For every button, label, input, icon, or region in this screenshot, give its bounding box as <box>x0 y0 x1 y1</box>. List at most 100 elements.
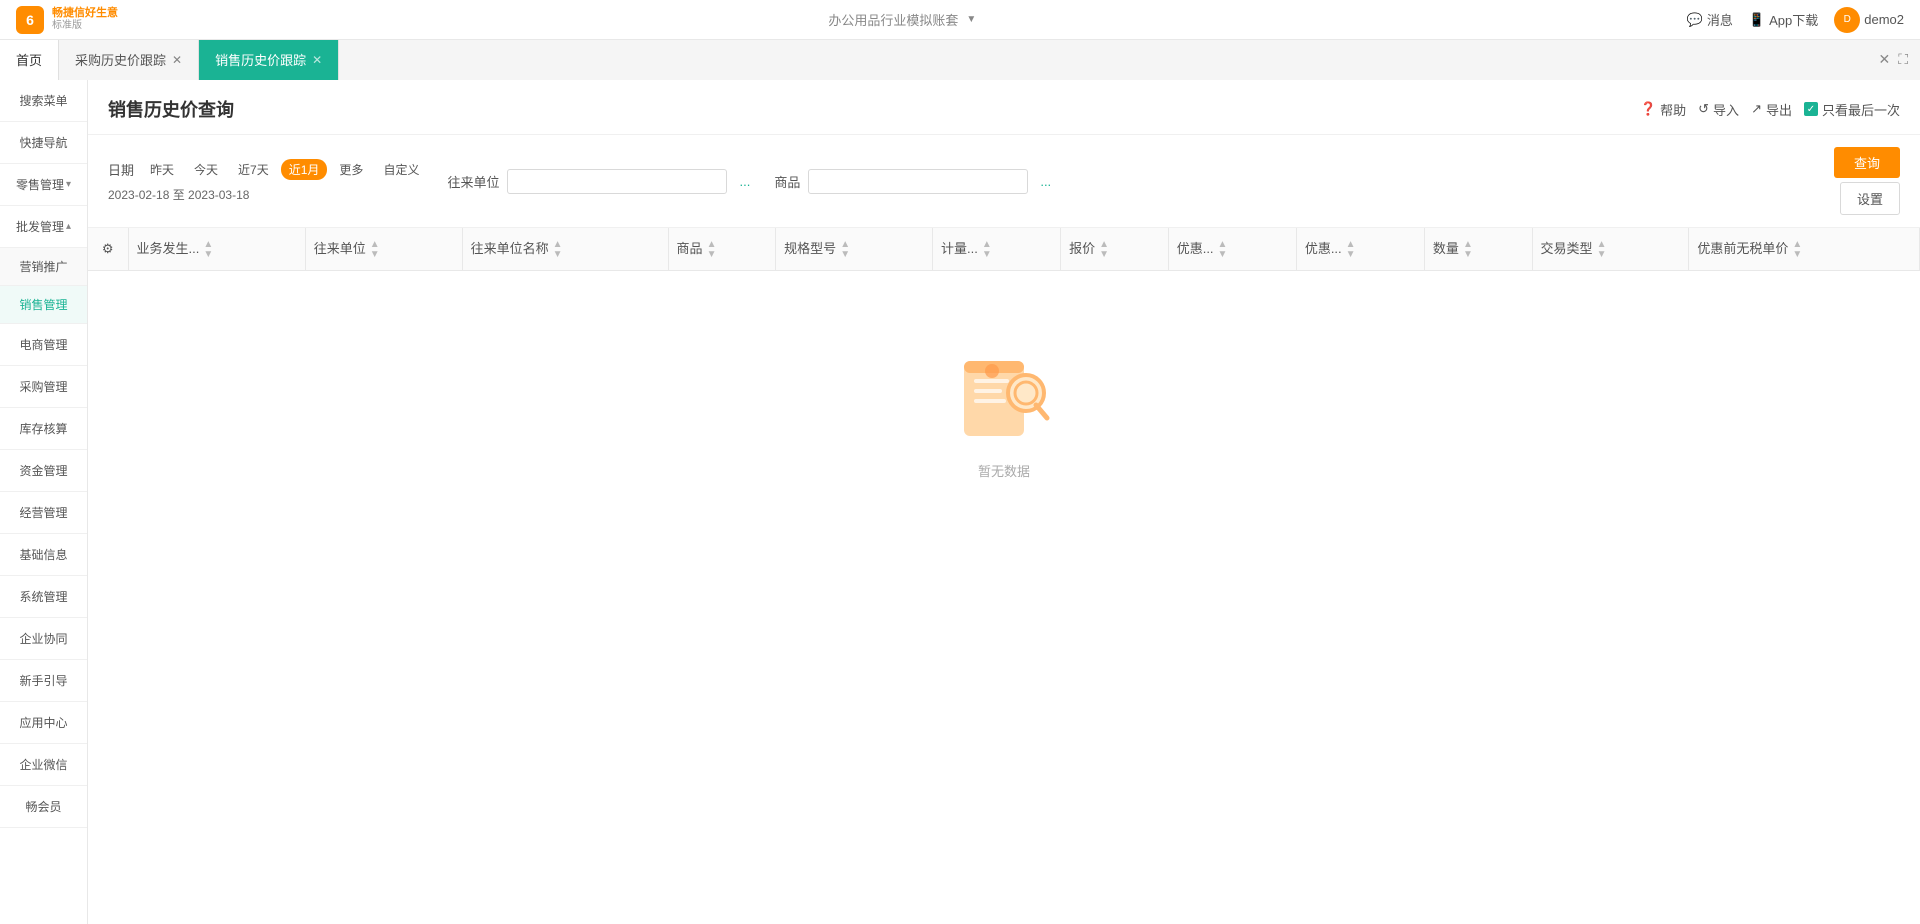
download-icon: 📱 <box>1749 12 1765 28</box>
vendor-ellipsis-button[interactable]: ... <box>735 170 754 193</box>
empty-text: 暂无数据 <box>978 461 1030 480</box>
sidebar-item-inventory[interactable]: 库存核算 <box>0 408 87 450</box>
date-today[interactable]: 今天 <box>186 159 226 180</box>
date-label: 日期 <box>108 160 134 179</box>
date-yesterday[interactable]: 昨天 <box>142 159 182 180</box>
message-button[interactable]: 💬 消息 <box>1687 10 1733 29</box>
top-bar: 6 畅捷信好生意 标准版 办公用品行业模拟账套 ▼ 💬 消息 📱 App下载 D… <box>0 0 1920 40</box>
sidebar-ecommerce-label: 电商管理 <box>19 338 67 352</box>
sidebar-item-operations[interactable]: 经营管理 <box>0 492 87 534</box>
product-input[interactable] <box>808 169 1028 194</box>
th-business-date[interactable]: 业务发生...▲▼ <box>128 228 305 270</box>
sidebar-member-label: 畅会员 <box>25 800 61 814</box>
top-bar-left: 6 畅捷信好生意 标准版 <box>16 6 118 34</box>
close-all-icon[interactable]: ✕ <box>1878 51 1890 68</box>
filter-bar: 日期 昨天 今天 近7天 近1月 更多 自定义 2023-02-18 至 202… <box>88 135 1920 228</box>
sidebar-system-label: 系统管理 <box>19 590 67 604</box>
tab-home[interactable]: 首页 <box>0 40 59 80</box>
sort-arrows-icon: ▲▼ <box>1346 240 1356 260</box>
tab-sales-history[interactable]: 销售历史价跟踪 ✕ <box>199 40 339 80</box>
sidebar-item-retail[interactable]: 零售管理 ▾ <box>0 164 87 206</box>
settings-button[interactable]: 设置 <box>1840 182 1900 215</box>
sort-arrows-icon: ▲▼ <box>1099 240 1109 260</box>
th-price[interactable]: 报价▲▼ <box>1061 228 1169 270</box>
th-discount2[interactable]: 优惠...▲▼ <box>1296 228 1424 270</box>
th-settings[interactable]: ⚙ <box>88 228 128 270</box>
th-vendor-code[interactable]: 往来单位▲▼ <box>305 228 462 270</box>
date-filter: 日期 昨天 今天 近7天 近1月 更多 自定义 <box>108 159 427 180</box>
dropdown-arrow-icon[interactable]: ▼ <box>966 14 976 25</box>
only-last-checkbox[interactable]: ✓ 只看最后一次 <box>1804 100 1900 119</box>
product-ellipsis-button[interactable]: ... <box>1036 170 1055 193</box>
tab-purchase-history[interactable]: 采购历史价跟踪 ✕ <box>59 40 199 80</box>
top-bar-center[interactable]: 办公用品行业模拟账套 ▼ <box>828 10 976 29</box>
sort-arrows-icon: ▲▼ <box>1463 240 1473 260</box>
user-profile[interactable]: D demo2 <box>1834 7 1904 33</box>
sidebar-item-finance[interactable]: 资金管理 <box>0 450 87 492</box>
dropdown-label[interactable]: 办公用品行业模拟账套 <box>828 10 958 29</box>
th-discount1[interactable]: 优惠...▲▼ <box>1168 228 1296 270</box>
vendor-input[interactable] <box>507 169 727 194</box>
sort-arrows-icon: ▲▼ <box>1792 240 1802 260</box>
sidebar-item-enterprise[interactable]: 企业协同 <box>0 618 87 660</box>
sidebar-item-basic-info[interactable]: 基础信息 <box>0 534 87 576</box>
message-icon: 💬 <box>1687 12 1703 28</box>
sidebar-item-member[interactable]: 畅会员 <box>0 786 87 828</box>
sort-arrows-icon: ▲▼ <box>840 240 850 260</box>
app-logo: 6 <box>16 6 44 34</box>
sort-arrows-icon: ▲▼ <box>1597 240 1607 260</box>
sidebar-sub-wholesale: 营销推广 销售管理 <box>0 248 87 324</box>
help-button[interactable]: ❓ 帮助 <box>1640 100 1686 119</box>
th-quantity[interactable]: 数量▲▼ <box>1424 228 1532 270</box>
export-button[interactable]: ↗ 导出 <box>1751 100 1792 119</box>
sort-arrows-icon: ▲▼ <box>553 240 563 260</box>
th-product[interactable]: 商品▲▼ <box>668 228 776 270</box>
data-table: ⚙ 业务发生...▲▼ 往来单位▲▼ 往来单位名称▲▼ 商品▲ <box>88 228 1920 271</box>
sidebar: 搜索菜单 快捷导航 零售管理 ▾ 批发管理 ▴ 营销推广 销售管理 <box>0 80 88 924</box>
sidebar-item-app-center[interactable]: 应用中心 <box>0 702 87 744</box>
import-button[interactable]: ↺ 导入 <box>1698 100 1739 119</box>
date-more[interactable]: 更多 <box>331 159 371 180</box>
date-range: 2023-02-18 至 2023-03-18 <box>108 186 427 203</box>
date-1month[interactable]: 近1月 <box>281 159 328 180</box>
import-label: 导入 <box>1713 100 1739 119</box>
sidebar-item-quicknav[interactable]: 快捷导航 <box>0 122 87 164</box>
page-header: 销售历史价查询 ❓ 帮助 ↺ 导入 ↗ 导出 ✓ <box>88 80 1920 135</box>
sidebar-item-newguide[interactable]: 新手引导 <box>0 660 87 702</box>
sidebar-item-purchase[interactable]: 采购管理 <box>0 366 87 408</box>
th-vendor-name[interactable]: 往来单位名称▲▼ <box>462 228 668 270</box>
sidebar-quicknav-label: 快捷导航 <box>19 136 67 150</box>
th-unit[interactable]: 计量...▲▼ <box>932 228 1060 270</box>
app-download-button[interactable]: 📱 App下载 <box>1749 10 1818 29</box>
sidebar-item-wechat[interactable]: 企业微信 <box>0 744 87 786</box>
avatar: D <box>1834 7 1860 33</box>
sidebar-item-search[interactable]: 搜索菜单 <box>0 80 87 122</box>
app-title-line2: 标准版 <box>52 20 118 32</box>
sidebar-basic-info-label: 基础信息 <box>19 548 67 562</box>
sidebar-item-sales-mgmt[interactable]: 销售管理 <box>0 286 87 324</box>
sidebar-item-marketing[interactable]: 营销推广 <box>0 248 87 286</box>
query-button[interactable]: 查询 <box>1834 147 1900 178</box>
page: 销售历史价查询 ❓ 帮助 ↺ 导入 ↗ 导出 ✓ <box>88 80 1920 924</box>
message-label: 消息 <box>1707 10 1733 29</box>
sidebar-item-wholesale[interactable]: 批发管理 ▴ <box>0 206 87 248</box>
sidebar-item-ecommerce[interactable]: 电商管理 <box>0 324 87 366</box>
help-icon: ❓ <box>1640 101 1656 117</box>
sidebar-inventory-label: 库存核算 <box>19 422 67 436</box>
expand-icon[interactable]: ⛶ <box>1898 51 1908 68</box>
sidebar-retail-label: 零售管理 <box>16 176 64 193</box>
tab-sales-label: 销售历史价跟踪 <box>215 50 306 69</box>
table-header: ⚙ 业务发生...▲▼ 往来单位▲▼ 往来单位名称▲▼ 商品▲ <box>88 228 1920 270</box>
sidebar-item-system[interactable]: 系统管理 <box>0 576 87 618</box>
th-spec[interactable]: 规格型号▲▼ <box>776 228 933 270</box>
th-trade-type[interactable]: 交易类型▲▼ <box>1532 228 1689 270</box>
tab-sales-close-icon[interactable]: ✕ <box>312 53 322 67</box>
th-pretax-price[interactable]: 优惠前无税单价▲▼ <box>1689 228 1920 270</box>
sort-arrows-icon: ▲▼ <box>982 240 992 260</box>
table-container: ⚙ 业务发生...▲▼ 往来单位▲▼ 往来单位名称▲▼ 商品▲ <box>88 228 1920 924</box>
date-custom[interactable]: 自定义 <box>375 159 427 180</box>
tab-purchase-close-icon[interactable]: ✕ <box>172 53 182 67</box>
date-7days[interactable]: 近7天 <box>230 159 277 180</box>
product-filter: 商品 ... <box>774 169 1055 194</box>
sidebar-operations-label: 经营管理 <box>19 506 67 520</box>
